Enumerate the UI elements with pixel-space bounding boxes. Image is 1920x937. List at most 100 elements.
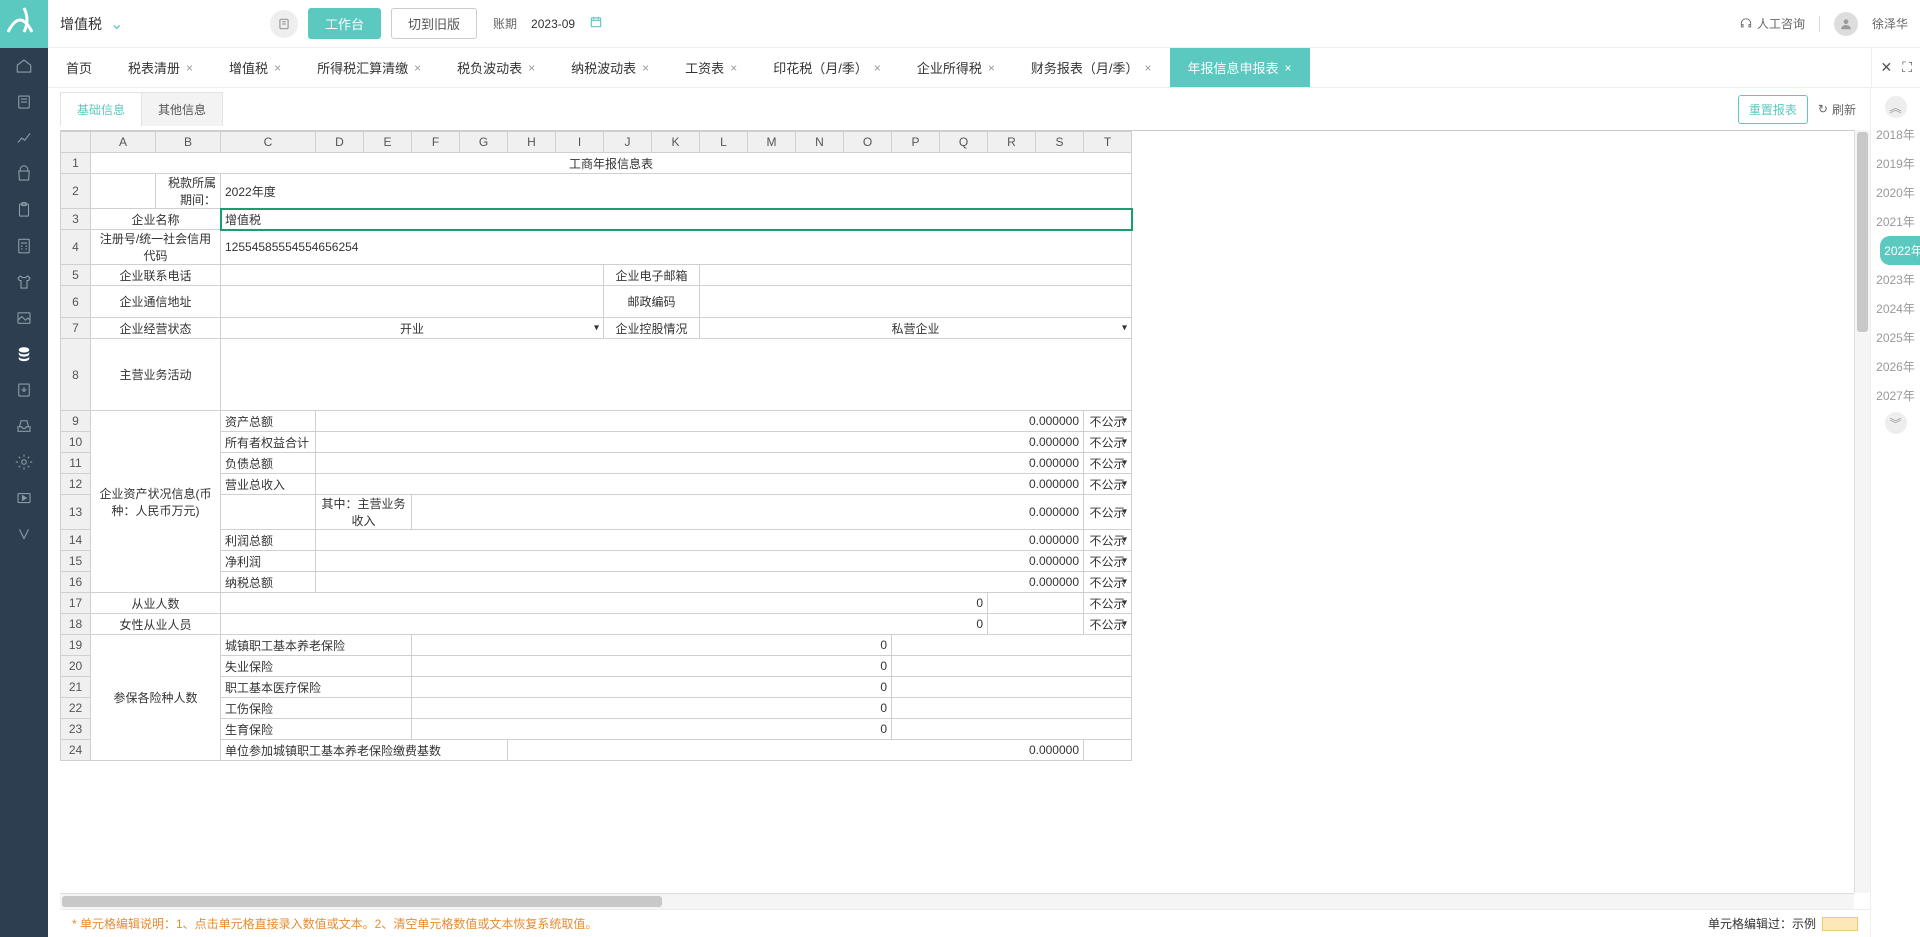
- tab-0[interactable]: 首页: [48, 48, 110, 87]
- tab-close-icon[interactable]: ×: [988, 61, 995, 75]
- row-header-10[interactable]: 10: [61, 432, 91, 453]
- input-email[interactable]: [700, 265, 1132, 286]
- input-main-biz[interactable]: [221, 339, 1132, 411]
- vertical-scrollbar[interactable]: [1854, 130, 1870, 893]
- tab-3[interactable]: 所得税汇算清缴×: [299, 48, 439, 87]
- input-ins-2[interactable]: 0: [412, 677, 892, 698]
- input-ins-base[interactable]: 0.000000: [508, 740, 1084, 761]
- select-pub-1[interactable]: 不公示: [1084, 432, 1132, 453]
- col-header-P[interactable]: P: [892, 132, 940, 153]
- select-holding[interactable]: 私营企业: [700, 318, 1132, 339]
- tab-6[interactable]: 工资表×: [667, 48, 755, 87]
- input-employees[interactable]: 0: [221, 593, 988, 614]
- tab-close-icon[interactable]: ×: [414, 61, 421, 75]
- row-header-22[interactable]: 22: [61, 698, 91, 719]
- headset-icon[interactable]: 人工咨询: [1739, 15, 1805, 32]
- tab-4[interactable]: 税负波动表×: [439, 48, 553, 87]
- select-pub-4[interactable]: 不公示: [1084, 495, 1132, 530]
- year-2019年[interactable]: 2019年: [1872, 149, 1919, 178]
- col-header-T[interactable]: T: [1084, 132, 1132, 153]
- nav-image-icon[interactable]: [0, 300, 48, 336]
- input-ins-4[interactable]: 0: [412, 719, 892, 740]
- select-pub-emp[interactable]: 不公示: [1084, 593, 1132, 614]
- select-pub-5[interactable]: 不公示: [1084, 530, 1132, 551]
- nav-settings-icon[interactable]: [0, 444, 48, 480]
- nav-chart-icon[interactable]: [0, 120, 48, 156]
- nav-home-icon[interactable]: [0, 48, 48, 84]
- tab-close-icon[interactable]: ×: [730, 61, 737, 75]
- row-header-14[interactable]: 14: [61, 530, 91, 551]
- workbench-button[interactable]: 工作台: [308, 8, 381, 39]
- col-header-O[interactable]: O: [844, 132, 892, 153]
- period-value[interactable]: 2023-09: [531, 17, 575, 31]
- row-header-3[interactable]: 3: [61, 209, 91, 230]
- input-asset-6[interactable]: 0.000000: [316, 551, 1084, 572]
- tab-2[interactable]: 增值税×: [211, 48, 299, 87]
- col-header-D[interactable]: D: [316, 132, 364, 153]
- col-header-M[interactable]: M: [748, 132, 796, 153]
- refresh-button[interactable]: ↻ 刷新: [1818, 101, 1856, 118]
- nav-shirt-icon[interactable]: [0, 264, 48, 300]
- col-header-L[interactable]: L: [700, 132, 748, 153]
- input-ins-3[interactable]: 0: [412, 698, 892, 719]
- row-header-21[interactable]: 21: [61, 677, 91, 698]
- col-header-N[interactable]: N: [796, 132, 844, 153]
- year-2018年[interactable]: 2018年: [1872, 120, 1919, 149]
- row-header-23[interactable]: 23: [61, 719, 91, 740]
- col-header-J[interactable]: J: [604, 132, 652, 153]
- input-asset-7[interactable]: 0.000000: [316, 572, 1084, 593]
- col-header-A[interactable]: A: [91, 132, 156, 153]
- tab-close-icon[interactable]: ×: [528, 61, 535, 75]
- input-company-name[interactable]: 增值税: [221, 209, 1132, 230]
- subtab-1[interactable]: 其他信息: [142, 93, 222, 126]
- input-asset-5[interactable]: 0.000000: [316, 530, 1084, 551]
- nav-doc-icon[interactable]: [0, 84, 48, 120]
- nav-v-icon[interactable]: [0, 516, 48, 552]
- nav-calc-icon[interactable]: [0, 228, 48, 264]
- row-header-6[interactable]: 6: [61, 286, 91, 318]
- tab-5[interactable]: 纳税波动表×: [553, 48, 667, 87]
- calendar-icon[interactable]: [589, 15, 603, 32]
- nav-tax-icon[interactable]: [0, 336, 48, 372]
- username[interactable]: 徐泽华: [1872, 15, 1908, 32]
- row-header-5[interactable]: 5: [61, 265, 91, 286]
- col-header-C[interactable]: C: [221, 132, 316, 153]
- subtab-0[interactable]: 基础信息: [61, 93, 142, 126]
- nav-bag-icon[interactable]: [0, 156, 48, 192]
- row-header-15[interactable]: 15: [61, 551, 91, 572]
- company-selector[interactable]: 增值税 ⌄: [60, 14, 260, 34]
- row-header-7[interactable]: 7: [61, 318, 91, 339]
- tab-close-icon[interactable]: ×: [642, 61, 649, 75]
- nav-video-icon[interactable]: [0, 480, 48, 516]
- note-icon-button[interactable]: [270, 10, 298, 38]
- col-header-G[interactable]: G: [460, 132, 508, 153]
- row-header-17[interactable]: 17: [61, 593, 91, 614]
- row-header-19[interactable]: 19: [61, 635, 91, 656]
- row-header-24[interactable]: 24: [61, 740, 91, 761]
- year-scroll-down-icon[interactable]: ︾: [1885, 412, 1907, 434]
- user-avatar-icon[interactable]: [1834, 12, 1858, 36]
- select-pub-6[interactable]: 不公示: [1084, 551, 1132, 572]
- input-address[interactable]: [221, 286, 604, 318]
- select-pub-2[interactable]: 不公示: [1084, 453, 1132, 474]
- input-ins-0[interactable]: 0: [412, 635, 892, 656]
- col-header-Q[interactable]: Q: [940, 132, 988, 153]
- input-ins-1[interactable]: 0: [412, 656, 892, 677]
- tab-7[interactable]: 印花税（月/季）×: [755, 48, 899, 87]
- col-header-B[interactable]: B: [156, 132, 221, 153]
- input-asset-4[interactable]: 0.000000: [412, 495, 1084, 530]
- row-header-13[interactable]: 13: [61, 495, 91, 530]
- input-female-emp[interactable]: 0: [221, 614, 988, 635]
- col-header-I[interactable]: I: [556, 132, 604, 153]
- tab-close-icon[interactable]: ×: [274, 61, 281, 75]
- row-header-16[interactable]: 16: [61, 572, 91, 593]
- reset-report-button[interactable]: 重置报表: [1738, 95, 1808, 124]
- select-pub-3[interactable]: 不公示: [1084, 474, 1132, 495]
- year-scroll-up-icon[interactable]: ︽: [1885, 96, 1907, 118]
- year-2025年[interactable]: 2025年: [1872, 323, 1919, 352]
- year-2024年[interactable]: 2024年: [1872, 294, 1919, 323]
- tab-1[interactable]: 税表清册×: [110, 48, 211, 87]
- col-header-R[interactable]: R: [988, 132, 1036, 153]
- row-header-18[interactable]: 18: [61, 614, 91, 635]
- tabs-close-all-icon[interactable]: ✕: [1880, 59, 1892, 76]
